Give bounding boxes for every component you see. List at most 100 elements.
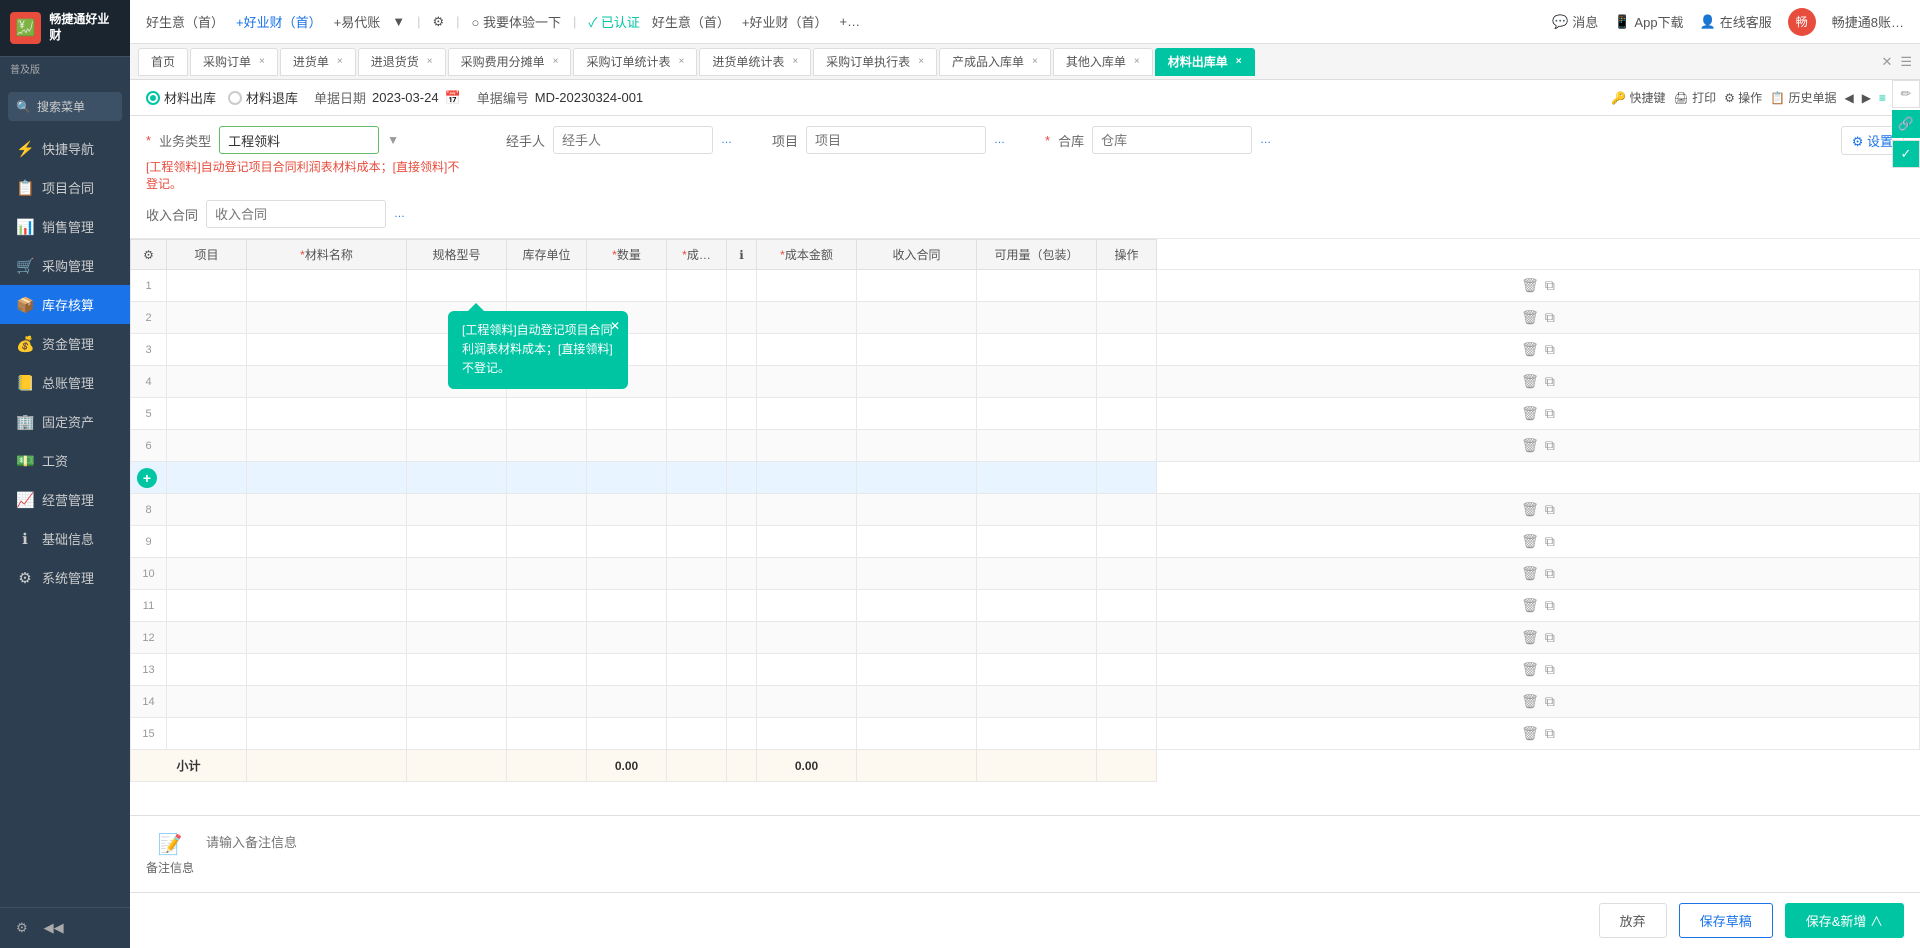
- topbar-more-dropdown[interactable]: ▼: [392, 14, 405, 29]
- tab-close[interactable]: ×: [792, 56, 798, 67]
- topbar-agent-accounting[interactable]: +易代账: [334, 12, 381, 31]
- row-input2[interactable]: [253, 471, 400, 485]
- tab-close-all[interactable]: ✕: [1881, 54, 1892, 70]
- tab-close[interactable]: ×: [427, 56, 433, 67]
- action-history[interactable]: 📋 历史单据: [1770, 89, 1836, 106]
- sidebar-item-project[interactable]: 📋 项目合同: [0, 168, 130, 207]
- tab-close[interactable]: ×: [337, 56, 343, 67]
- action-operate[interactable]: ⚙ 操作: [1724, 89, 1762, 106]
- delete-row-btn[interactable]: 🗑: [1521, 341, 1539, 358]
- agent-input[interactable]: [553, 126, 713, 154]
- tab-other-receipt[interactable]: 其他入库单×: [1053, 48, 1153, 76]
- tab-close[interactable]: ×: [1134, 56, 1140, 67]
- delete-row-btn[interactable]: 🗑: [1521, 309, 1539, 326]
- biz-type-dropdown-arrow[interactable]: ▼: [387, 133, 399, 147]
- copy-row-btn[interactable]: ⧉: [1545, 373, 1555, 390]
- topbar-online-service[interactable]: 👤 在线客服: [1700, 12, 1772, 31]
- tab-finished-goods[interactable]: 产成品入库单×: [939, 48, 1051, 76]
- right-sidebar-link[interactable]: 🔗: [1892, 110, 1920, 138]
- project-more[interactable]: …: [994, 134, 1005, 146]
- copy-row-btn[interactable]: ⧉: [1545, 533, 1555, 550]
- tab-purchase-stats[interactable]: 采购订单统计表×: [573, 48, 697, 76]
- sidebar-search[interactable]: 🔍 搜索菜单: [8, 92, 122, 121]
- delete-row-btn[interactable]: 🗑: [1521, 277, 1539, 294]
- action-print[interactable]: 🖨 打印: [1674, 89, 1717, 106]
- delete-row-btn[interactable]: 🗑: [1521, 501, 1539, 518]
- copy-row-btn[interactable]: ⧉: [1545, 629, 1555, 646]
- copy-row-btn[interactable]: ⧉: [1545, 309, 1555, 326]
- action-nav-prev[interactable]: ◀: [1844, 89, 1853, 106]
- right-sidebar-edit[interactable]: ✏: [1892, 80, 1920, 108]
- agent-more[interactable]: …: [721, 134, 732, 146]
- delete-row-btn[interactable]: 🗑: [1521, 565, 1539, 582]
- tooltip-close-btn[interactable]: ✕: [610, 317, 620, 336]
- table-input-cell[interactable]: [167, 462, 247, 494]
- topbar-good-wealth2[interactable]: +好业财（首）: [742, 12, 828, 31]
- topbar-settings-icon[interactable]: ⚙: [432, 14, 444, 30]
- tab-close[interactable]: ×: [1236, 56, 1242, 67]
- doc-value[interactable]: MD-20230324-001: [535, 90, 643, 105]
- settings-icon[interactable]: ⚙: [16, 920, 28, 936]
- delete-row-btn[interactable]: 🗑: [1521, 725, 1539, 742]
- sidebar-item-inventory[interactable]: 📦 库存核算: [0, 285, 130, 324]
- tab-more[interactable]: ☰: [1900, 54, 1912, 70]
- copy-row-btn[interactable]: ⧉: [1545, 405, 1555, 422]
- topbar-experience[interactable]: ○ 我要体验一下: [472, 12, 561, 31]
- copy-row-btn[interactable]: ⧉: [1545, 437, 1555, 454]
- delete-row-btn[interactable]: 🗑: [1521, 373, 1539, 390]
- sidebar-item-payroll[interactable]: 💵 工资: [0, 441, 130, 480]
- date-value[interactable]: 2023-03-24: [372, 90, 439, 105]
- delete-row-btn[interactable]: 🗑: [1521, 661, 1539, 678]
- tab-material-issue[interactable]: 材料出库单×: [1155, 48, 1255, 76]
- sidebar-item-system[interactable]: ⚙ 系统管理: [0, 558, 130, 597]
- action-view-list[interactable]: ≡: [1879, 89, 1886, 106]
- tab-purchase-expense[interactable]: 采购费用分摊单×: [448, 48, 572, 76]
- topbar-message[interactable]: 💬 消息: [1552, 12, 1598, 31]
- sidebar-item-management[interactable]: 📈 经营管理: [0, 480, 130, 519]
- radio-material-return[interactable]: 材料退库: [228, 88, 298, 107]
- topbar-app-download[interactable]: 📱 App下载: [1614, 12, 1683, 31]
- tab-purchase-receipt[interactable]: 进货单×: [280, 48, 356, 76]
- sidebar-item-sales[interactable]: 📊 销售管理: [0, 207, 130, 246]
- tab-close[interactable]: ×: [259, 56, 265, 67]
- add-row-btn[interactable]: +: [137, 468, 157, 488]
- copy-row-btn[interactable]: ⧉: [1545, 725, 1555, 742]
- sidebar-item-assets[interactable]: 🏢 固定资产: [0, 402, 130, 441]
- delete-row-btn[interactable]: 🗑: [1521, 597, 1539, 614]
- project-input[interactable]: [806, 126, 986, 154]
- income-contract-input[interactable]: [206, 200, 386, 228]
- sidebar-item-basic-info[interactable]: ℹ 基础信息: [0, 519, 130, 558]
- sidebar-item-quick-nav[interactable]: ⚡ 快捷导航: [0, 129, 130, 168]
- save-draft-button[interactable]: 保存草稿: [1679, 903, 1773, 938]
- tab-close[interactable]: ×: [918, 56, 924, 67]
- tab-purchase-return[interactable]: 进退货货×: [358, 48, 446, 76]
- tab-close[interactable]: ×: [553, 56, 559, 67]
- tab-close[interactable]: ×: [1032, 56, 1038, 67]
- table-input-cell2[interactable]: [247, 462, 407, 494]
- copy-row-btn[interactable]: ⧉: [1545, 565, 1555, 582]
- delete-row-btn[interactable]: 🗑: [1521, 437, 1539, 454]
- tab-purchase-order[interactable]: 采购订单×: [190, 48, 278, 76]
- notes-input[interactable]: [206, 832, 1904, 872]
- tab-receipt-stats[interactable]: 进货单统计表×: [699, 48, 811, 76]
- collapse-icon[interactable]: ◀◀: [44, 920, 64, 936]
- delete-row-btn[interactable]: 🗑: [1521, 693, 1539, 710]
- delete-row-btn[interactable]: 🗑: [1521, 405, 1539, 422]
- sidebar-item-finance[interactable]: 💰 资金管理: [0, 324, 130, 363]
- calendar-icon[interactable]: 📅: [445, 90, 461, 106]
- col-settings[interactable]: ⚙: [131, 240, 167, 270]
- copy-row-btn[interactable]: ⧉: [1545, 341, 1555, 358]
- right-sidebar-check[interactable]: ✓: [1892, 140, 1920, 168]
- copy-row-btn[interactable]: ⧉: [1545, 277, 1555, 294]
- topbar-good-business[interactable]: 好生意（首）: [146, 12, 224, 31]
- tab-close[interactable]: ×: [678, 56, 684, 67]
- warehouse-more[interactable]: …: [1260, 134, 1271, 146]
- copy-row-btn[interactable]: ⧉: [1545, 693, 1555, 710]
- copy-row-btn[interactable]: ⧉: [1545, 661, 1555, 678]
- income-contract-more[interactable]: …: [394, 208, 405, 220]
- tab-home[interactable]: 首页: [138, 48, 188, 76]
- warehouse-input[interactable]: [1092, 126, 1252, 154]
- biz-type-input[interactable]: [219, 126, 379, 154]
- topbar-good-wealth[interactable]: +好业财（首）: [236, 12, 322, 31]
- sidebar-item-purchase[interactable]: 🛒 采购管理: [0, 246, 130, 285]
